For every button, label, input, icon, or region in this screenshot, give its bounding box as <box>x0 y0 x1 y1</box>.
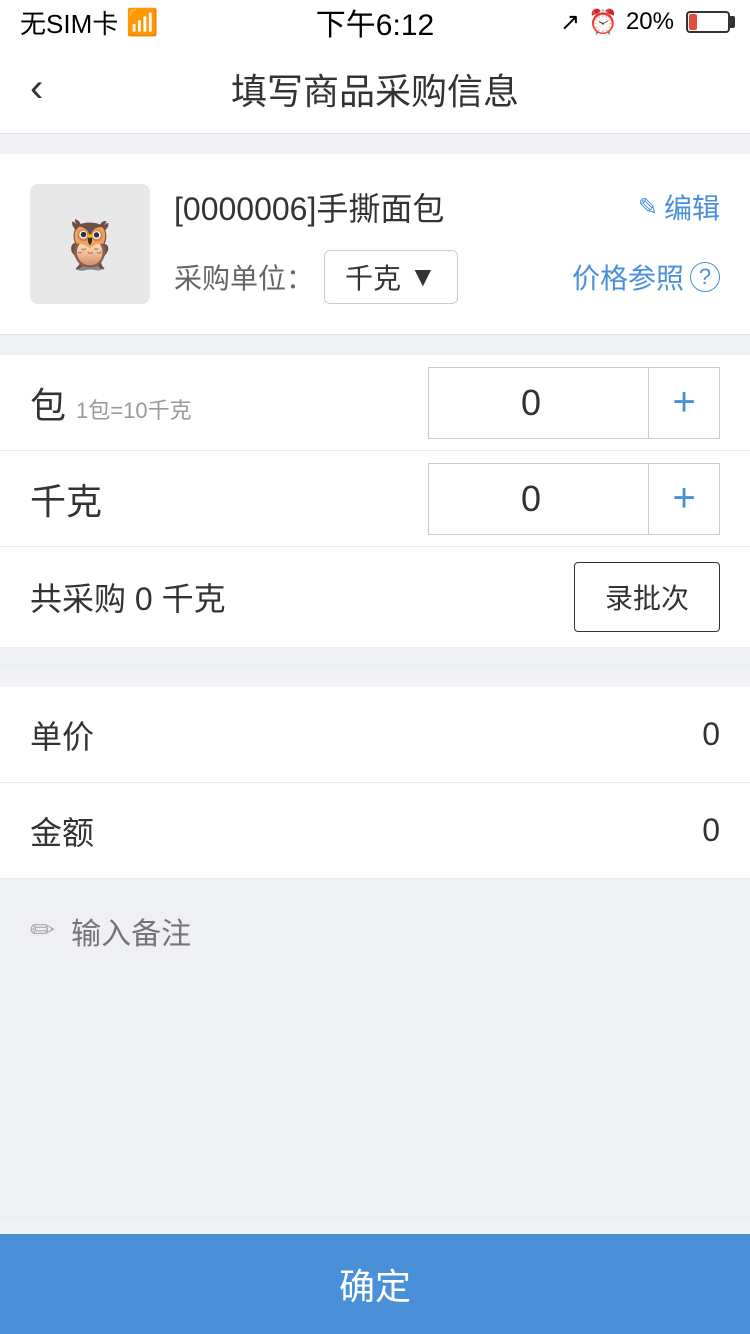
notes-pencil-icon: ✏ <box>30 913 55 948</box>
nav-bar: ‹ 填写商品采购信息 <box>0 44 750 134</box>
status-bar-time: 下午6:12 <box>316 0 434 44</box>
product-name-row: [0000006]手撕面包 ✎ 编辑 <box>174 184 720 230</box>
back-button[interactable]: ‹ <box>30 66 43 111</box>
unit-price-label: 单价 <box>30 712 94 758</box>
bag-quantity-row: 包 1包=10千克 + <box>0 355 750 451</box>
alarm-icon: ⏰ <box>588 8 618 37</box>
amount-label: 金额 <box>30 808 94 854</box>
bag-plus-button[interactable]: + <box>648 367 720 439</box>
price-info-section: 单价 0 金额 0 <box>0 687 750 879</box>
summary-row: 共采购 0 千克 录批次 <box>0 547 750 647</box>
status-bar-left: 无SIM卡 📶 <box>20 4 159 41</box>
bag-label-group: 包 1包=10千克 <box>30 377 192 429</box>
amount-row: 金额 0 <box>0 783 750 879</box>
edit-button[interactable]: ✎ 编辑 <box>638 187 720 227</box>
unit-price-row: 单价 0 <box>0 687 750 783</box>
page-title: 填写商品采购信息 <box>231 63 519 115</box>
bag-label: 包 <box>30 377 66 429</box>
price-ref-label: 价格参照 <box>572 257 684 297</box>
kg-input-group: + <box>150 463 720 535</box>
total-purchase-text: 共采购 0 千克 <box>30 574 226 620</box>
price-reference-button[interactable]: 价格参照 ? <box>572 257 720 297</box>
wifi-signal-icon: 📶 <box>126 7 158 38</box>
bag-sub-label: 1包=10千克 <box>76 393 192 425</box>
product-thumbnail-icon: 🦉 <box>60 216 120 273</box>
notes-area: ✏ <box>0 879 750 1219</box>
product-image: 🦉 <box>30 184 150 304</box>
unit-select-dropdown[interactable]: 千克 ▼ <box>324 250 458 304</box>
unit-select-wrapper: 采购单位： 千克 ▼ <box>174 250 458 304</box>
kg-label-group: 千克 <box>30 473 150 525</box>
battery-icon <box>686 11 730 33</box>
kg-quantity-input[interactable] <box>428 463 648 535</box>
edit-label: 编辑 <box>664 187 720 227</box>
quantity-section: 包 1包=10千克 + 千克 + <box>0 355 750 547</box>
bag-input-group: + <box>192 367 720 439</box>
kg-plus-button[interactable]: + <box>648 463 720 535</box>
kg-label: 千克 <box>30 473 102 525</box>
status-bar: 无SIM卡 📶 下午6:12 ↗ ⏰ 20% <box>0 0 750 44</box>
dropdown-icon: ▼ <box>409 261 437 293</box>
edit-icon: ✎ <box>638 193 658 222</box>
batch-record-button[interactable]: 录批次 <box>574 562 720 632</box>
kg-quantity-row: 千克 + <box>0 451 750 547</box>
product-unit-row: 采购单位： 千克 ▼ 价格参照 ? <box>174 250 720 304</box>
confirm-button[interactable]: 确定 <box>0 1234 750 1334</box>
unit-label: 采购单位： <box>174 257 314 297</box>
section-divider-2 <box>0 647 750 667</box>
section-divider-1 <box>0 335 750 355</box>
status-bar-right: ↗ ⏰ 20% <box>560 8 730 37</box>
carrier-text: 无SIM卡 <box>20 4 118 41</box>
bag-quantity-input[interactable] <box>428 367 648 439</box>
amount-value: 0 <box>702 812 720 849</box>
unit-value: 千克 <box>345 257 401 297</box>
location-icon: ↗ <box>560 8 580 37</box>
product-card: 🦉 [0000006]手撕面包 ✎ 编辑 采购单位： 千克 ▼ 价格参照 ? <box>0 154 750 335</box>
product-info: [0000006]手撕面包 ✎ 编辑 采购单位： 千克 ▼ 价格参照 ? <box>174 184 720 304</box>
unit-price-value: 0 <box>702 716 720 753</box>
notes-input[interactable] <box>71 909 720 1009</box>
battery-text: 20% <box>626 8 674 36</box>
product-name: [0000006]手撕面包 <box>174 184 444 230</box>
price-ref-help-icon: ? <box>690 262 720 292</box>
